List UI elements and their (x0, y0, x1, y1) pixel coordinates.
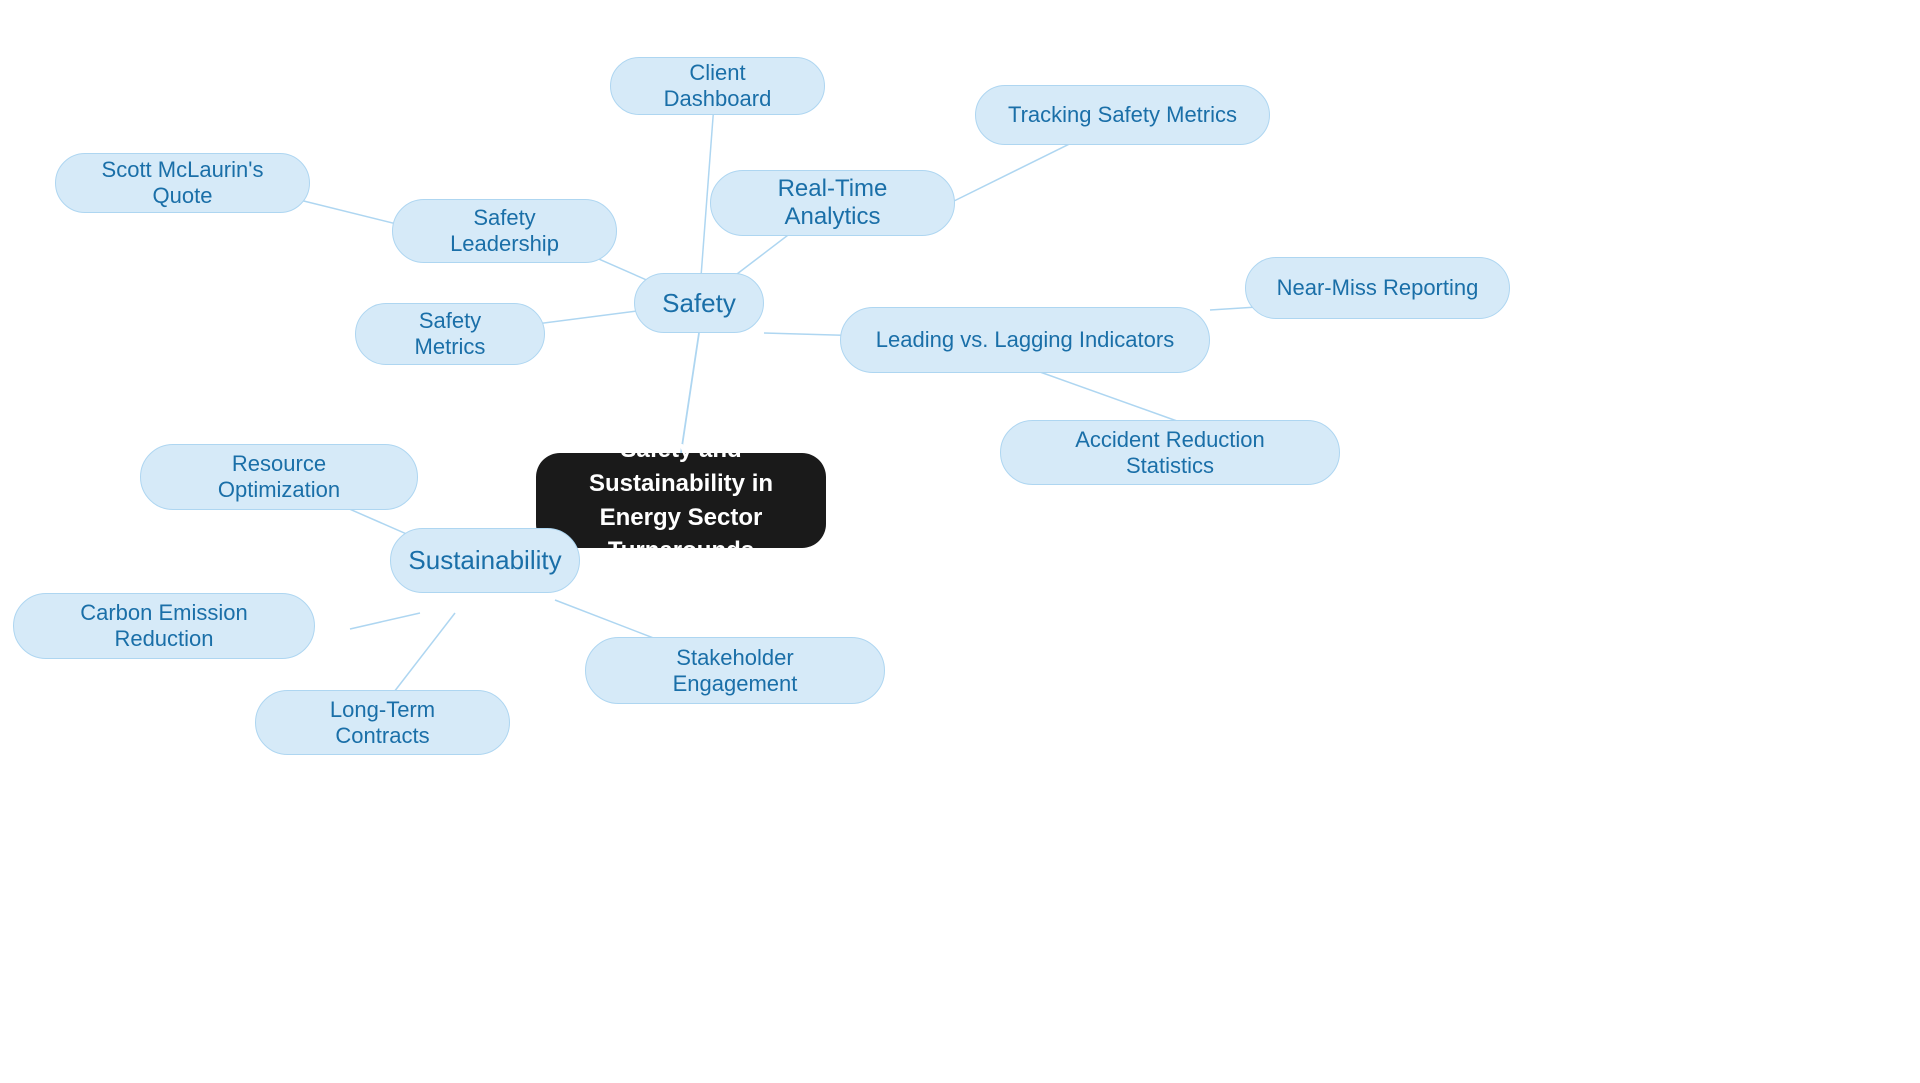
safety-label: Safety (662, 288, 736, 319)
client-dashboard-node[interactable]: Client Dashboard (610, 57, 825, 115)
carbon-emission-node[interactable]: Carbon Emission Reduction (13, 593, 315, 659)
long-term-contracts-label: Long-Term Contracts (284, 697, 481, 749)
safety-node[interactable]: Safety (634, 273, 764, 333)
real-time-analytics-label: Real-Time Analytics (739, 175, 926, 231)
near-miss-label: Near-Miss Reporting (1277, 275, 1479, 301)
stakeholder-engagement-label: Stakeholder Engagement (614, 645, 856, 697)
stakeholder-engagement-node[interactable]: Stakeholder Engagement (585, 637, 885, 704)
accident-reduction-node[interactable]: Accident Reduction Statistics (1000, 420, 1340, 485)
client-dashboard-label: Client Dashboard (639, 60, 796, 112)
safety-metrics-node[interactable]: Safety Metrics (355, 303, 545, 365)
tracking-safety-node[interactable]: Tracking Safety Metrics (975, 85, 1270, 145)
center-node[interactable]: Safety and Sustainability in Energy Sect… (536, 453, 826, 548)
scott-quote-label: Scott McLaurin's Quote (84, 157, 281, 209)
safety-leadership-node[interactable]: Safety Leadership (392, 199, 617, 263)
near-miss-node[interactable]: Near-Miss Reporting (1245, 257, 1510, 319)
accident-reduction-label: Accident Reduction Statistics (1029, 427, 1311, 479)
scott-quote-node[interactable]: Scott McLaurin's Quote (55, 153, 310, 213)
safety-leadership-label: Safety Leadership (421, 205, 588, 257)
sustainability-label: Sustainability (408, 545, 561, 576)
resource-optimization-label: Resource Optimization (169, 451, 389, 503)
long-term-contracts-node[interactable]: Long-Term Contracts (255, 690, 510, 755)
leading-lagging-node[interactable]: Leading vs. Lagging Indicators (840, 307, 1210, 373)
safety-metrics-label: Safety Metrics (384, 308, 516, 360)
carbon-emission-label: Carbon Emission Reduction (42, 600, 286, 652)
real-time-analytics-node[interactable]: Real-Time Analytics (710, 170, 955, 236)
leading-lagging-label: Leading vs. Lagging Indicators (876, 327, 1174, 353)
sustainability-node[interactable]: Sustainability (390, 528, 580, 593)
tracking-safety-label: Tracking Safety Metrics (1008, 102, 1237, 128)
center-label: Safety and Sustainability in Energy Sect… (572, 433, 790, 567)
resource-optimization-node[interactable]: Resource Optimization (140, 444, 418, 510)
